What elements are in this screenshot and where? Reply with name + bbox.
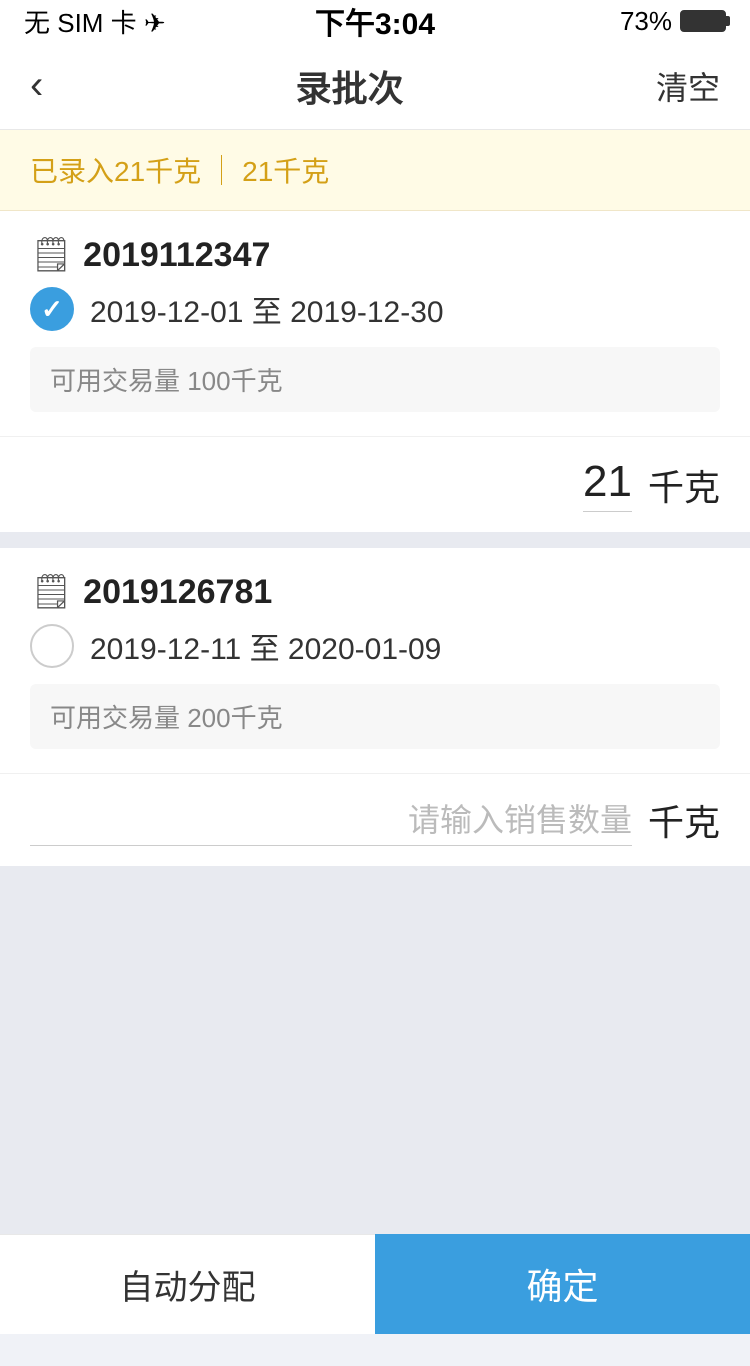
batch-available-1: 可用交易量 100千克 xyxy=(30,347,720,412)
nav-bar: ‹ 录批次 清空 xyxy=(0,42,750,130)
auto-distribute-button[interactable]: 自动分配 xyxy=(0,1234,375,1334)
batch-date-row-2[interactable]: 2019-12-11 至 2020-01-09 xyxy=(30,624,720,668)
qty-row-1: 21 千克 xyxy=(0,436,750,532)
radio-1[interactable] xyxy=(30,287,74,331)
status-time: 下午3:04 xyxy=(315,0,435,43)
batch-doc-icon-2: 🗒 xyxy=(30,572,73,612)
batch-card-2: 🗒 2019126781 2019-12-11 至 2020-01-09 可用交… xyxy=(0,548,750,866)
clear-button[interactable]: 清空 xyxy=(656,63,720,109)
batch-card-1: 🗒 2019112347 2019-12-01 至 2019-12-30 可用交… xyxy=(0,211,750,532)
info-divider xyxy=(221,155,222,185)
confirm-button[interactable]: 确定 xyxy=(375,1234,750,1334)
batch-id-row-2: 🗒 2019126781 xyxy=(30,572,720,612)
status-bar: 无 SIM 卡 ✈ 下午3:04 73% xyxy=(0,0,750,42)
bottom-area xyxy=(0,866,750,1266)
recorded-amount: 已录入21千克 xyxy=(30,150,201,190)
page-title: 录批次 xyxy=(296,60,404,112)
back-button[interactable]: ‹ xyxy=(30,63,43,108)
total-amount: 21千克 xyxy=(242,150,329,190)
batch-available-2: 可用交易量 200千克 xyxy=(30,684,720,749)
radio-2[interactable] xyxy=(30,624,74,668)
qty-input-placeholder-2: 请输入销售数量 xyxy=(30,795,632,846)
batch-id-1: 2019112347 xyxy=(83,236,270,275)
input-row-2: 请输入销售数量 千克 xyxy=(0,773,750,866)
status-left: 无 SIM 卡 ✈ xyxy=(24,3,166,40)
info-banner: 已录入21千克 21千克 xyxy=(0,130,750,211)
batch-item-2: 🗒 2019126781 2019-12-11 至 2020-01-09 可用交… xyxy=(0,548,750,773)
footer: 自动分配 确定 xyxy=(0,1234,750,1334)
batch-date-1: 2019-12-01 至 2019-12-30 xyxy=(90,287,444,331)
qty-unit-1: 千克 xyxy=(648,459,720,511)
batch-id-row-1: 🗒 2019112347 xyxy=(30,235,720,275)
batch-id-2: 2019126781 xyxy=(83,573,272,612)
batch-date-2: 2019-12-11 至 2020-01-09 xyxy=(90,624,441,668)
status-right: 73% xyxy=(620,6,726,37)
batch-item-1: 🗒 2019112347 2019-12-01 至 2019-12-30 可用交… xyxy=(0,211,750,436)
battery-icon xyxy=(680,10,726,32)
battery-label: 73% xyxy=(620,6,672,37)
batch-doc-icon-1: 🗒 xyxy=(30,235,73,275)
batch-date-row-1[interactable]: 2019-12-01 至 2019-12-30 xyxy=(30,287,720,331)
qty-value-1[interactable]: 21 xyxy=(583,457,632,512)
section-separator xyxy=(0,532,750,548)
qty-unit-2: 千克 xyxy=(648,794,720,846)
sim-label: 无 SIM 卡 ✈ xyxy=(24,3,166,40)
